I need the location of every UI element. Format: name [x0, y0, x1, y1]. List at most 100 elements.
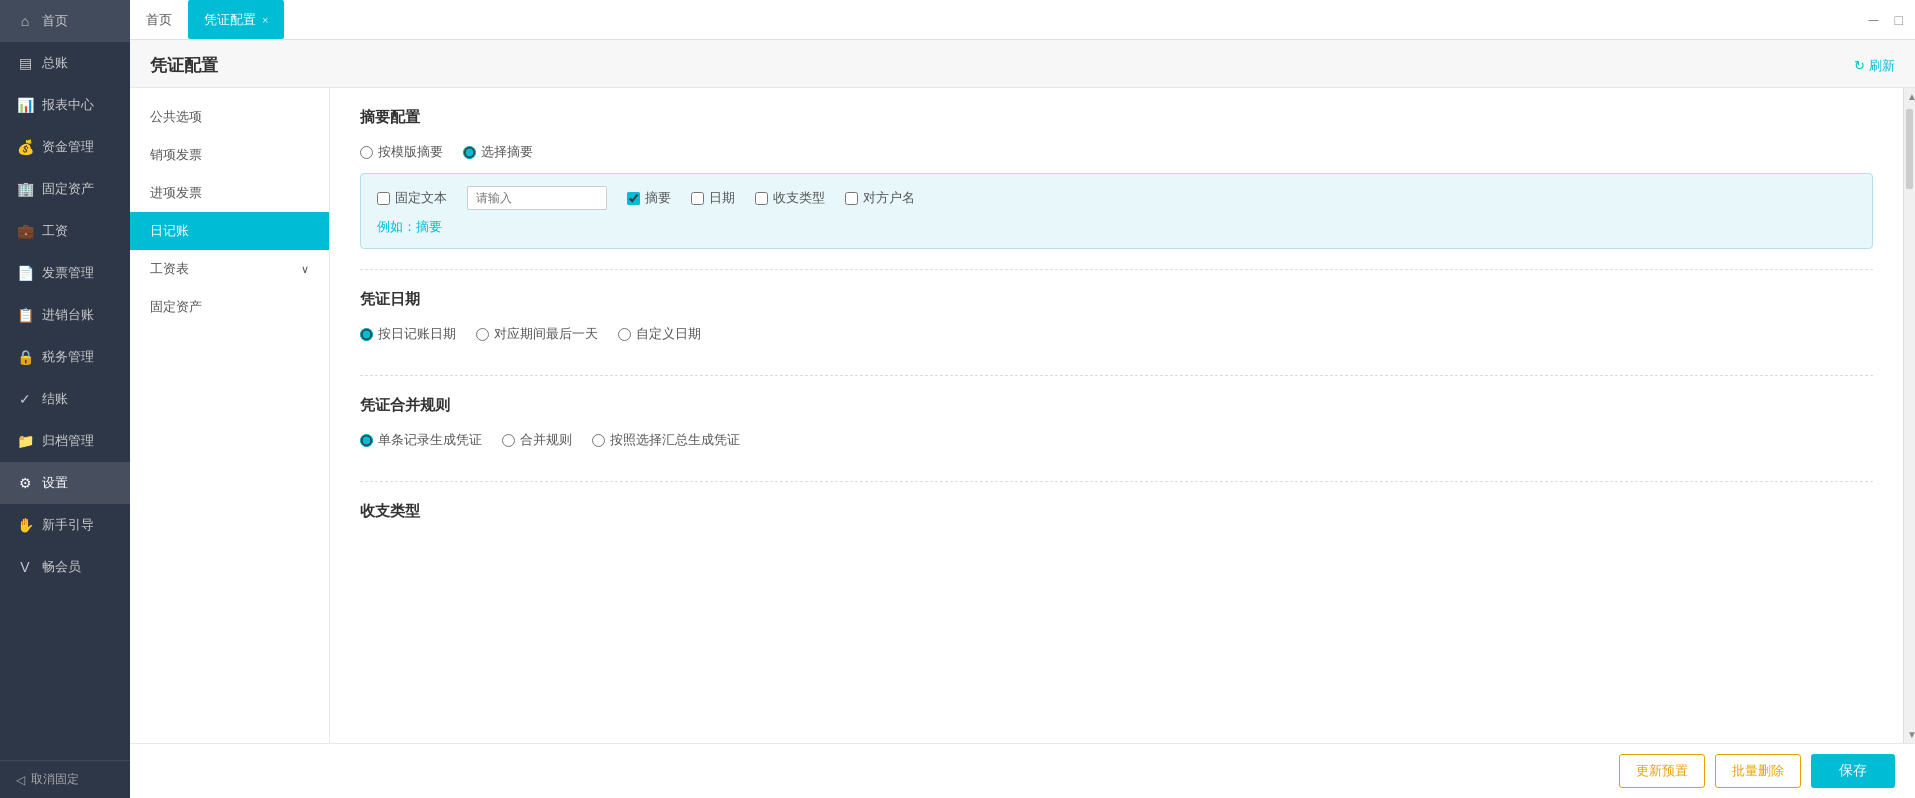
income-type-checkbox-item[interactable]: 收支类型	[755, 189, 825, 207]
summary-select-label: 选择摘要	[481, 143, 533, 161]
page-title: 凭证配置	[150, 54, 218, 77]
sidebar-item-tax[interactable]: 🔒 税务管理	[0, 336, 130, 378]
custom-date-radio[interactable]	[618, 328, 631, 341]
summary-checkbox[interactable]	[627, 192, 640, 205]
sidebar-item-ledger[interactable]: ▤总账	[0, 42, 130, 84]
sidebar-item-salary[interactable]: 💼 工资	[0, 210, 130, 252]
counterparty-checkbox-item[interactable]: 对方户名	[845, 189, 915, 207]
left-nav-item-public[interactable]: 公共选项	[130, 98, 329, 136]
sidebar-label-assets: 固定资产	[42, 180, 94, 198]
journal-date-option[interactable]: 按日记账日期	[360, 325, 456, 343]
minimize-button[interactable]: ─	[1865, 8, 1883, 32]
sidebar-item-trade[interactable]: 📋进销台账	[0, 294, 130, 336]
summary-label: 摘要	[645, 189, 671, 207]
left-nav-item-journal[interactable]: 日记账	[130, 212, 329, 250]
last-day-radio[interactable]	[476, 328, 489, 341]
expand-arrow-payroll: ∨	[301, 263, 309, 276]
salary-icon: 💼	[16, 223, 34, 239]
tab-bar: 首页凭证配置× ─ □	[130, 0, 1915, 40]
sidebar-item-home[interactable]: ⌂首页	[0, 0, 130, 42]
left-nav-item-purchase[interactable]: 进项发票	[130, 174, 329, 212]
assets-icon: 🏢	[16, 181, 34, 197]
single-record-option[interactable]: 单条记录生成凭证	[360, 431, 482, 449]
update-preview-button[interactable]: 更新预置	[1619, 754, 1705, 788]
sidebar-label-salary: 工资	[42, 222, 68, 240]
bottom-bar: 更新预置 批量删除 保存	[130, 743, 1915, 798]
sidebar-label-member: 畅会员	[42, 558, 81, 576]
date-checkbox[interactable]	[691, 192, 704, 205]
example-row: 例如：摘要	[377, 218, 1856, 236]
left-nav-label-journal: 日记账	[150, 222, 189, 240]
fixed-text-checkbox[interactable]	[377, 192, 390, 205]
sidebar-item-report[interactable]: 📊报表中心	[0, 84, 130, 126]
income-type-section: 收支类型	[360, 502, 1873, 557]
select-merge-option[interactable]: 按照选择汇总生成凭证	[592, 431, 740, 449]
date-title: 凭证日期	[360, 290, 1873, 309]
sidebar-item-invoice[interactable]: 📄发票管理	[0, 252, 130, 294]
batch-delete-button[interactable]: 批量删除	[1715, 754, 1801, 788]
fixed-text-checkbox-item[interactable]: 固定文本	[377, 189, 447, 207]
tab-close-voucher-config-tab[interactable]: ×	[262, 14, 268, 26]
guide-icon: ✋	[16, 517, 34, 533]
custom-date-label: 自定义日期	[636, 325, 701, 343]
maximize-button[interactable]: □	[1891, 8, 1907, 32]
journal-date-radio[interactable]	[360, 328, 373, 341]
tab-home-tab[interactable]: 首页	[130, 0, 188, 39]
sidebar-item-settle[interactable]: ✓结账	[0, 378, 130, 420]
summary-checkbox-area: 固定文本 摘要 日期	[360, 173, 1873, 249]
fund-icon: 💰	[16, 139, 34, 155]
summary-template-radio[interactable]	[360, 146, 373, 159]
settle-icon: ✓	[16, 391, 34, 407]
save-button[interactable]: 保存	[1811, 754, 1895, 788]
merge-rule-option[interactable]: 合并规则	[502, 431, 572, 449]
right-content: 摘要配置 按模版摘要 选择摘要	[330, 88, 1903, 743]
custom-date-option[interactable]: 自定义日期	[618, 325, 701, 343]
sidebar-label-trade: 进销台账	[42, 306, 94, 324]
summary-checkboxes: 固定文本 摘要 日期	[377, 186, 1856, 210]
sidebar-item-guide[interactable]: ✋ 新手引导	[0, 504, 130, 546]
refresh-button[interactable]: ↻ 刷新	[1854, 57, 1895, 75]
tax-icon: 🔒	[16, 349, 34, 365]
last-day-label: 对应期间最后一天	[494, 325, 598, 343]
tab-voucher-config-tab[interactable]: 凭证配置×	[188, 0, 284, 39]
scrollbar[interactable]: ▲ ▼	[1903, 88, 1915, 743]
summary-checkbox-item[interactable]: 摘要	[627, 189, 671, 207]
summary-template-option[interactable]: 按模版摘要	[360, 143, 443, 161]
left-nav-label-payroll: 工资表	[150, 260, 189, 278]
left-nav-item-sales[interactable]: 销项发票	[130, 136, 329, 174]
income-type-section-title: 收支类型	[360, 502, 1873, 521]
cancel-pin-button[interactable]: ◁ 取消固定	[0, 760, 130, 798]
sidebar-label-tax: 税务管理	[42, 348, 94, 366]
sidebar-item-fund[interactable]: 💰资金管理	[0, 126, 130, 168]
scrollbar-thumb[interactable]	[1906, 109, 1913, 189]
main-content: 首页凭证配置× ─ □ 凭证配置 ↻ 刷新 公共选项销项发票进项发票日记账工资表…	[130, 0, 1915, 798]
sidebar-item-archive[interactable]: 📁归档管理	[0, 420, 130, 462]
left-nav: 公共选项销项发票进项发票日记账工资表 ∨ 固定资产	[130, 88, 330, 743]
tab-label-home-tab: 首页	[146, 11, 172, 29]
select-merge-radio[interactable]	[592, 434, 605, 447]
income-type-checkbox[interactable]	[755, 192, 768, 205]
fixed-text-input[interactable]	[467, 186, 607, 210]
single-record-radio[interactable]	[360, 434, 373, 447]
merge-rule-label: 合并规则	[520, 431, 572, 449]
sidebar-item-assets[interactable]: 🏢 固定资产	[0, 168, 130, 210]
left-nav-item-fixed_assets[interactable]: 固定资产	[130, 288, 329, 326]
sidebar-label-archive: 归档管理	[42, 432, 94, 450]
scroll-down-arrow[interactable]: ▼	[1904, 726, 1915, 743]
summary-select-option[interactable]: 选择摘要	[463, 143, 533, 161]
refresh-icon: ↻	[1854, 58, 1865, 73]
merge-rule-radio[interactable]	[502, 434, 515, 447]
counterparty-checkbox[interactable]	[845, 192, 858, 205]
income-type-label: 收支类型	[773, 189, 825, 207]
sidebar-label-guide: 新手引导	[42, 516, 94, 534]
sidebar-item-settings[interactable]: ⚙设置	[0, 462, 130, 504]
sidebar-item-member[interactable]: V畅会员	[0, 546, 130, 588]
scroll-up-arrow[interactable]: ▲	[1904, 88, 1915, 105]
summary-select-radio[interactable]	[463, 146, 476, 159]
date-checkbox-item[interactable]: 日期	[691, 189, 735, 207]
page-header: 凭证配置 ↻ 刷新	[130, 40, 1915, 88]
left-nav-item-payroll[interactable]: 工资表 ∨	[130, 250, 329, 288]
example-text: 例如：摘要	[377, 219, 442, 234]
last-day-option[interactable]: 对应期间最后一天	[476, 325, 598, 343]
sidebar-label-report: 报表中心	[42, 96, 94, 114]
